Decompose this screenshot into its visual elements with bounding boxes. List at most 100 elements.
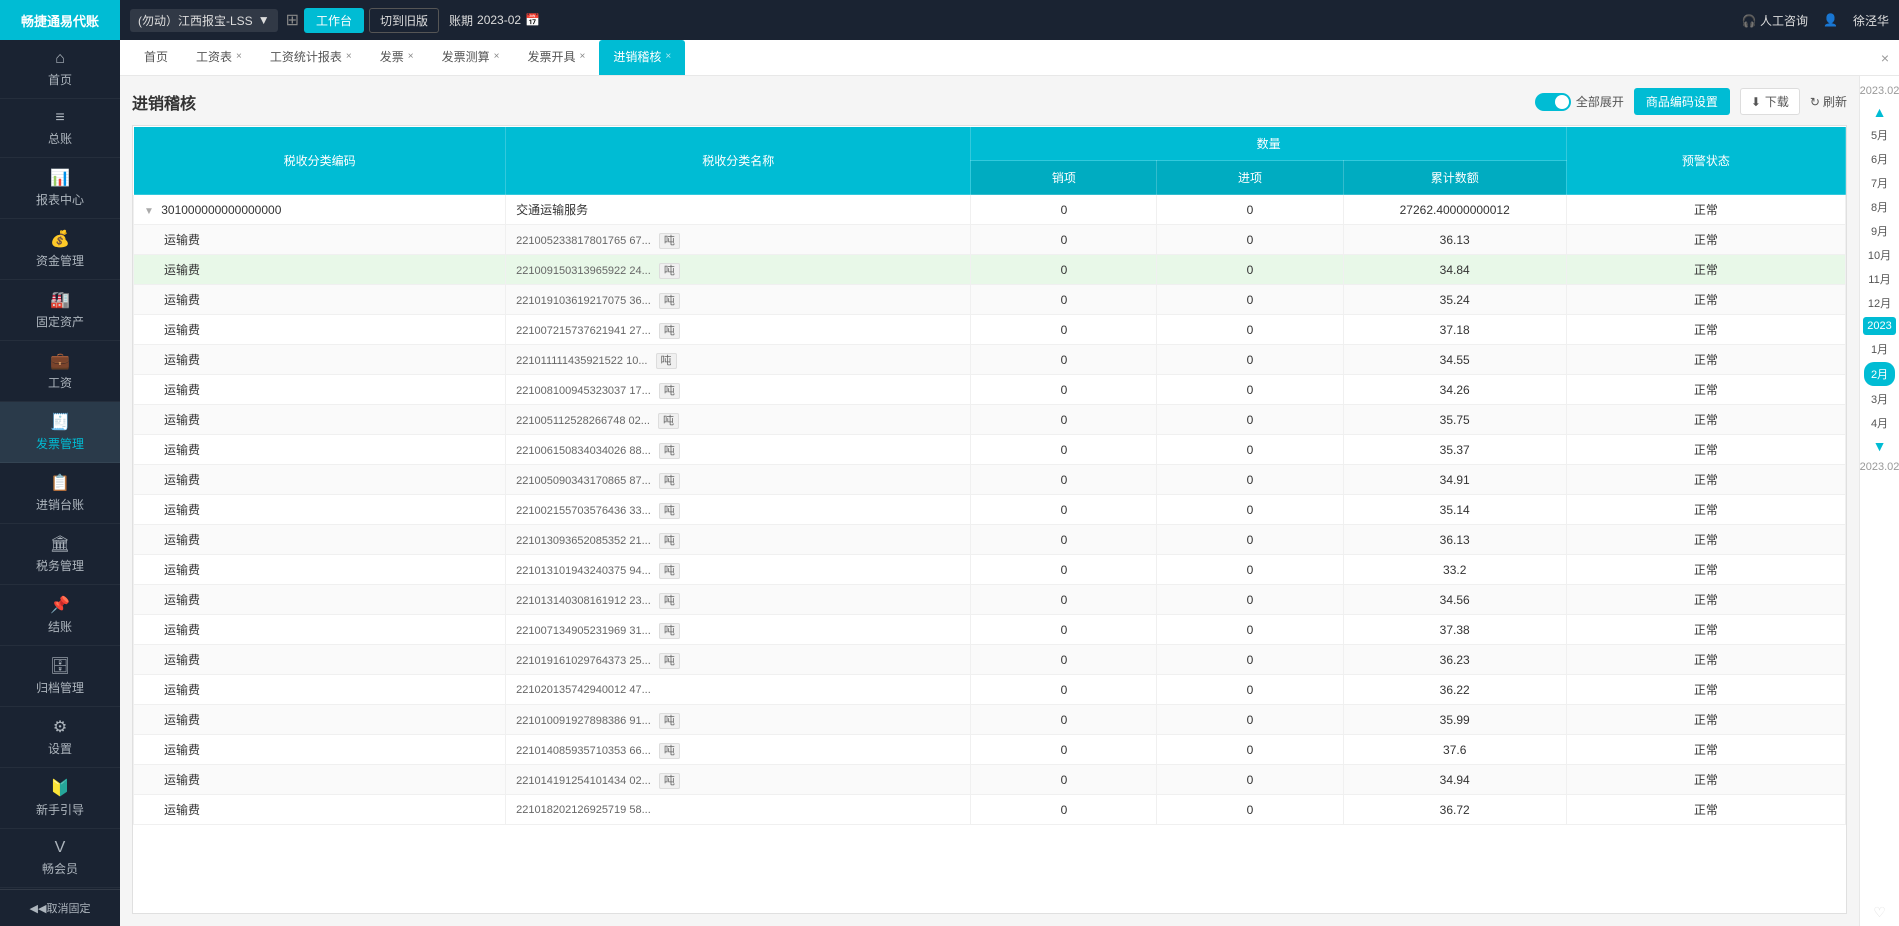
table-row: 221011111435921522 10... 吨: [506, 345, 971, 375]
month-3[interactable]: 3月: [1860, 387, 1899, 411]
table-row: 正常: [1566, 495, 1845, 525]
table-row: 0: [971, 585, 1157, 615]
table-row: 正常: [1566, 345, 1845, 375]
right-panel: 2023.02 ▲ 5月 6月 7月 8月 9月 10月 11月 12月 202…: [1859, 76, 1899, 926]
month-10[interactable]: 10月: [1860, 243, 1899, 267]
sidebar-item-home[interactable]: ⌂ 首页: [0, 40, 120, 99]
table-row: 36.23: [1343, 645, 1566, 675]
table-row: 0: [1157, 495, 1343, 525]
year-2023[interactable]: 2023: [1863, 317, 1895, 335]
col-tax-code: 税收分类编码: [134, 127, 506, 195]
scroll-down-button[interactable]: ▼: [1870, 435, 1890, 457]
table-row: 221014191254101434 02... 吨: [506, 765, 971, 795]
sidebar-item-vip[interactable]: V 畅会员: [0, 829, 120, 888]
download-button[interactable]: ⬇ 下载: [1740, 88, 1800, 115]
expand-icon[interactable]: ▼: [144, 206, 154, 217]
table-row: 0: [971, 405, 1157, 435]
table-row: 0: [1157, 555, 1343, 585]
table-row: 0: [971, 525, 1157, 555]
scroll-up-button[interactable]: ▲: [1870, 101, 1890, 123]
favorite-icon[interactable]: ♡: [1873, 904, 1886, 921]
table-row: 221002155703576436 33... 吨: [506, 495, 971, 525]
table-row: 36.13: [1343, 525, 1566, 555]
table-row: 35.24: [1343, 285, 1566, 315]
table-row: 0: [971, 285, 1157, 315]
month-2[interactable]: 2月: [1864, 362, 1895, 386]
tab-home[interactable]: 首页: [130, 40, 182, 75]
table-row: 运输费: [134, 405, 506, 435]
tab-payroll-close[interactable]: ×: [236, 51, 242, 62]
toggle-switch[interactable]: [1535, 93, 1571, 111]
table-row: 0: [971, 255, 1157, 285]
sidebar-item-gl-label: 总账: [48, 130, 72, 147]
month-11[interactable]: 11月: [1860, 267, 1899, 291]
table-row: 0: [1157, 705, 1343, 735]
page-header: 进销稽核 全部展开 商品编码设置 ⬇ 下载 ↻ 刷新: [132, 88, 1847, 115]
tab-invoice-issue[interactable]: 发票开具 ×: [513, 40, 599, 75]
copy-icon: ⊞: [286, 10, 299, 30]
sidebar-item-fund-mgmt[interactable]: 💰 资金管理: [0, 219, 120, 280]
sidebar-item-new-guide[interactable]: 🔰 新手引导: [0, 768, 120, 829]
month-7[interactable]: 7月: [1860, 171, 1899, 195]
sidebar-item-fixed-assets[interactable]: 🏭 固定资产: [0, 280, 120, 341]
table-row: 运输费: [134, 765, 506, 795]
sidebar-item-settings[interactable]: ⚙ 设置: [0, 707, 120, 768]
sidebar-item-payroll[interactable]: 💼 工资: [0, 341, 120, 402]
month-4[interactable]: 4月: [1860, 411, 1899, 435]
unpin-button[interactable]: ◀◀ 取消固定: [0, 889, 120, 926]
table-row: 221005090343170865 87... 吨: [506, 465, 971, 495]
user-avatar: 👤: [1823, 13, 1838, 27]
home-icon: ⌂: [55, 50, 65, 68]
close-all-tabs-button[interactable]: ×: [1881, 50, 1889, 66]
sidebar-item-general-ledger[interactable]: ≡ 总账: [0, 99, 120, 158]
sidebar-item-closing[interactable]: 📌 结账: [0, 585, 120, 646]
month-12[interactable]: 12月: [1860, 291, 1899, 315]
month-9[interactable]: 9月: [1860, 219, 1899, 243]
table-row: 正常: [1566, 555, 1845, 585]
expand-toggle[interactable]: 全部展开: [1535, 93, 1624, 111]
col-tax-name: 税收分类名称: [506, 127, 971, 195]
sidebar-item-tm-label: 税务管理: [36, 557, 84, 574]
table-row: 0: [971, 675, 1157, 705]
tab-payroll-stats[interactable]: 工资统计报表 ×: [256, 40, 366, 75]
table-row: 交通运输服务: [506, 195, 971, 225]
sidebar-item-report-center[interactable]: 📊 报表中心: [0, 158, 120, 219]
settings-button[interactable]: 商品编码设置: [1634, 88, 1730, 115]
page-actions: 全部展开 商品编码设置 ⬇ 下载 ↻ 刷新: [1535, 88, 1847, 115]
table-row: 27262.40000000012: [1343, 195, 1566, 225]
tab-reconcile-close[interactable]: ×: [665, 51, 671, 62]
month-8[interactable]: 8月: [1860, 195, 1899, 219]
support-button[interactable]: 🎧 人工咨询: [1742, 12, 1808, 29]
table-row: 运输费: [134, 315, 506, 345]
sidebar-item-archive[interactable]: 🗄 归档管理: [0, 646, 120, 707]
month-5[interactable]: 5月: [1860, 123, 1899, 147]
switch-version-button[interactable]: 切到旧版: [369, 8, 439, 33]
table-row: 正常: [1566, 795, 1845, 825]
tab-invoice-close[interactable]: ×: [408, 51, 414, 62]
tab-stats-close[interactable]: ×: [346, 51, 352, 62]
company-selector[interactable]: (勿动）江西报宝-LSS ▼: [130, 9, 278, 32]
calendar-icon[interactable]: 📅: [525, 13, 540, 27]
table-row: 0: [1157, 195, 1343, 225]
table-row: 运输费: [134, 675, 506, 705]
company-label: (勿动）江西报宝-LSS: [138, 12, 253, 29]
table-row: 0: [1157, 435, 1343, 465]
tab-issue-label: 发票开具: [527, 48, 575, 65]
sidebar-item-sales-ledger[interactable]: 📋 进销台账: [0, 463, 120, 524]
refresh-button[interactable]: ↻ 刷新: [1810, 93, 1847, 110]
month-6[interactable]: 6月: [1860, 147, 1899, 171]
tab-issue-close[interactable]: ×: [579, 51, 585, 62]
sidebar-item-invoice-mgmt[interactable]: 🧾 发票管理: [0, 402, 120, 463]
month-1[interactable]: 1月: [1860, 337, 1899, 361]
tab-calc-close[interactable]: ×: [494, 51, 500, 62]
workbench-button[interactable]: 工作台: [304, 8, 364, 33]
tab-payroll-table[interactable]: 工资表 ×: [182, 40, 256, 75]
tab-invoice-calc[interactable]: 发票测算 ×: [428, 40, 514, 75]
tab-invoice[interactable]: 发票 ×: [366, 40, 428, 75]
table-row: 运输费: [134, 645, 506, 675]
tab-sales-reconcile[interactable]: 进销稽核 ×: [599, 40, 685, 75]
year-label-bottom: 2023.02: [1859, 457, 1899, 477]
table-row: 运输费: [134, 795, 506, 825]
table-row: 36.22: [1343, 675, 1566, 705]
sidebar-item-tax-mgmt[interactable]: 🏛 税务管理: [0, 524, 120, 585]
